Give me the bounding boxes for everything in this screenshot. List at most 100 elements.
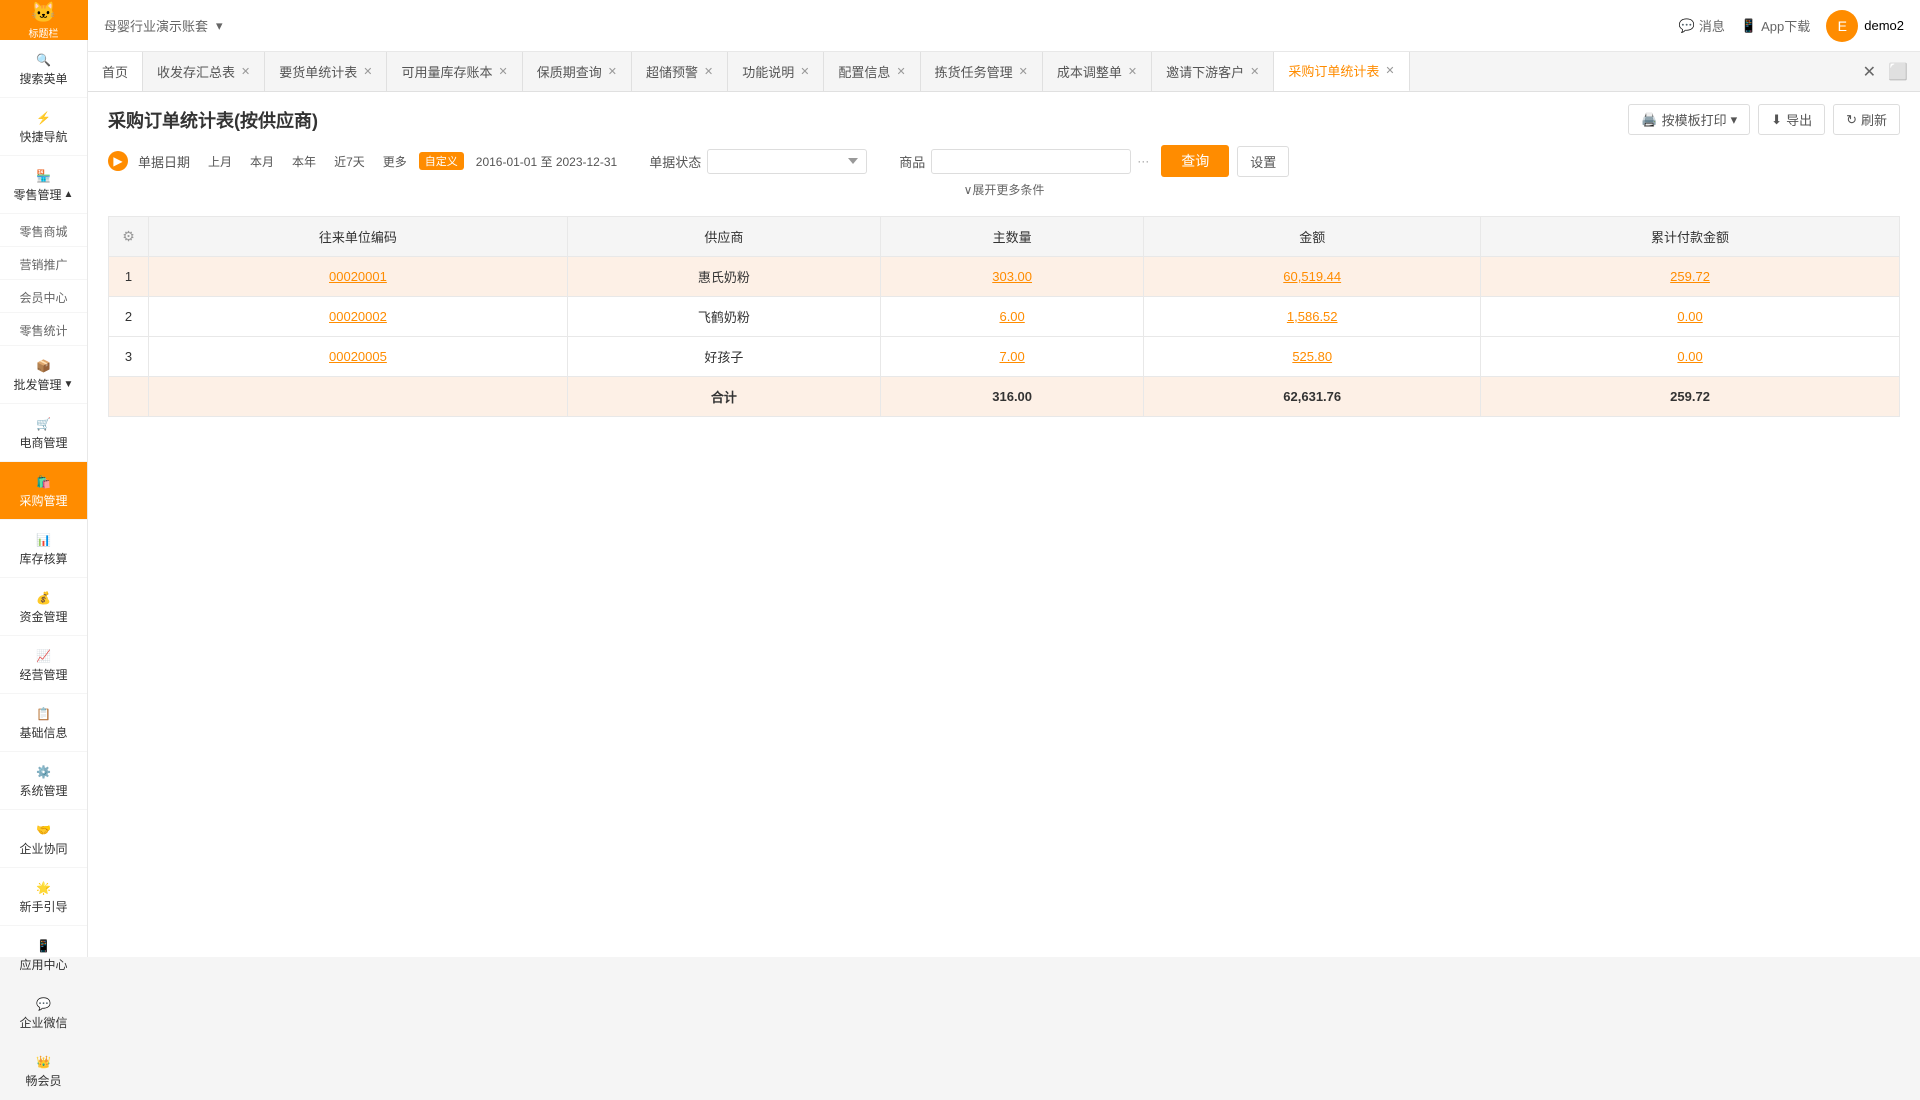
logo-icon: 🐱 xyxy=(31,0,56,25)
goods-input[interactable] xyxy=(931,149,1131,174)
sidebar-item-wechat[interactable]: 💬 企业微信 xyxy=(0,984,87,1042)
tab-purchase-summary[interactable]: 采购订单统计表 ✕ xyxy=(1274,52,1409,92)
app-download-btn[interactable]: 📱 App下载 xyxy=(1741,16,1810,35)
page-header: 采购订单统计表(按供应商) 🖨️ 按模板打印 ▾ ⬇ 导出 ↻ 刷新 xyxy=(88,92,1920,135)
sidebar-item-search[interactable]: 🔍 搜索英单 xyxy=(0,40,87,98)
table-row[interactable]: 1 00020001 惠氏奶粉 303.00 60,519.44 259.72 xyxy=(109,257,1900,297)
last-month-btn[interactable]: 上月 xyxy=(202,151,238,172)
close-tab-icon[interactable]: ✕ xyxy=(1859,58,1880,86)
tab-invite-downstream[interactable]: 邀请下游客户 ✕ xyxy=(1152,52,1274,92)
user-menu[interactable]: E demo2 xyxy=(1826,10,1904,42)
sidebar-item-retail[interactable]: 🏪 零售管理 ▲ xyxy=(0,156,87,214)
row-qty[interactable]: 303.00 xyxy=(880,257,1143,297)
tab-close-icon[interactable]: ✕ xyxy=(1250,65,1259,78)
messages-btn[interactable]: 💬 消息 xyxy=(1679,16,1725,35)
col-unit-code: 往来单位编码 xyxy=(149,217,568,257)
purchase-summary-table: ⚙ 往来单位编码 供应商 主数量 金额 累计付款金额 1 00020001 惠氏… xyxy=(108,216,1900,417)
row-paid[interactable]: 259.72 xyxy=(1481,257,1900,297)
sidebar-item-marketing[interactable]: 营销推广 xyxy=(0,247,87,280)
sidebar-item-label: 营销推广 xyxy=(19,256,67,273)
message-icon: 💬 xyxy=(1679,18,1695,34)
row-paid[interactable]: 0.00 xyxy=(1481,297,1900,337)
crown-icon: 👑 xyxy=(36,1055,51,1069)
tab-close-icon[interactable]: ✕ xyxy=(363,65,372,78)
page-title: 采购订单统计表(按供应商) xyxy=(108,107,318,133)
tab-overstock-warning[interactable]: 超储预警 ✕ xyxy=(632,52,728,92)
tab-close-icon[interactable]: ✕ xyxy=(1128,65,1137,78)
tab-available-stock[interactable]: 可用量库存账本 ✕ xyxy=(387,52,522,92)
row-qty[interactable]: 7.00 xyxy=(880,337,1143,377)
sidebar-item-appcenter[interactable]: 📱 应用中心 xyxy=(0,926,87,984)
export-button[interactable]: ⬇ 导出 xyxy=(1758,104,1825,135)
tab-expiry-query[interactable]: 保质期查询 ✕ xyxy=(523,52,632,92)
restore-tab-icon[interactable]: ⬜ xyxy=(1884,58,1912,86)
sidebar-item-wholesale[interactable]: 📦 批发管理 ▼ xyxy=(0,346,87,404)
row-qty[interactable]: 6.00 xyxy=(880,297,1143,337)
this-year-btn[interactable]: 本年 xyxy=(286,151,322,172)
row-unit-code[interactable]: 00020005 xyxy=(149,337,568,377)
tab-close-icon[interactable]: ✕ xyxy=(499,65,508,78)
tab-close-icon[interactable]: ✕ xyxy=(704,65,713,78)
col-gear[interactable]: ⚙ xyxy=(109,217,149,257)
sidebar-item-operations[interactable]: 📈 经营管理 xyxy=(0,636,87,694)
sidebar-item-newguide[interactable]: 🌟 新手引导 xyxy=(0,868,87,926)
tab-close-icon[interactable]: ✕ xyxy=(1385,64,1394,77)
sidebar-item-members[interactable]: 会员中心 xyxy=(0,280,87,313)
tab-close-icon[interactable]: ✕ xyxy=(608,65,617,78)
username: demo2 xyxy=(1864,18,1904,33)
row-amount[interactable]: 60,519.44 xyxy=(1144,257,1481,297)
sidebar-item-purchase[interactable]: 🛍️ 采购管理 xyxy=(0,462,87,520)
sidebar-item-retail-stats[interactable]: 零售统计 xyxy=(0,313,87,346)
row-paid[interactable]: 0.00 xyxy=(1481,337,1900,377)
query-button[interactable]: 查询 xyxy=(1161,145,1229,177)
sidebar-item-enterprise[interactable]: 🤝 企业协同 xyxy=(0,810,87,868)
sidebar-item-label: 零售管理 xyxy=(14,186,62,203)
sidebar-item-inventory[interactable]: 📊 库存核算 xyxy=(0,520,87,578)
col-paid: 累计付款金额 xyxy=(1481,217,1900,257)
this-month-btn[interactable]: 本月 xyxy=(244,151,280,172)
tab-cost-adjust[interactable]: 成本调整单 ✕ xyxy=(1043,52,1152,92)
handshake-icon: 🤝 xyxy=(36,823,51,837)
tab-close-icon[interactable]: ✕ xyxy=(800,65,809,78)
template-print-button[interactable]: 🖨️ 按模板打印 ▾ xyxy=(1628,104,1750,135)
expand-more-btn[interactable]: ∨ 展开更多条件 xyxy=(108,181,1900,198)
more-date-btn[interactable]: 更多 xyxy=(377,151,413,172)
tab-close-icon[interactable]: ✕ xyxy=(1019,65,1028,78)
sidebar-item-ecommerce[interactable]: 🛒 电商管理 xyxy=(0,404,87,462)
row-amount[interactable]: 525.80 xyxy=(1144,337,1481,377)
table-row[interactable]: 2 00020002 飞鹤奶粉 6.00 1,586.52 0.00 xyxy=(109,297,1900,337)
sidebar-item-label: 经营管理 xyxy=(19,666,67,683)
date-range-display: 2016-01-01 至 2023-12-31 xyxy=(476,153,617,170)
collapse-filter-btn[interactable]: ▶ xyxy=(108,151,128,171)
tab-receive-summary[interactable]: 收发存汇总表 ✕ xyxy=(143,52,265,92)
tab-label: 采购订单统计表 xyxy=(1288,61,1379,80)
custom-badge: 自定义 xyxy=(419,152,464,170)
status-select[interactable] xyxy=(707,149,867,174)
table-row[interactable]: 3 00020005 好孩子 7.00 525.80 0.00 xyxy=(109,337,1900,377)
sidebar-item-vip[interactable]: 👑 畅会员 xyxy=(0,1042,87,1100)
sidebar-item-basic[interactable]: 📋 基础信息 xyxy=(0,694,87,752)
tab-close-icon[interactable]: ✕ xyxy=(896,65,905,78)
tab-home[interactable]: 首页 xyxy=(88,52,143,92)
sidebar-item-retail-mall[interactable]: 零售商城 xyxy=(0,214,87,247)
tab-config-info[interactable]: 配置信息 ✕ xyxy=(824,52,920,92)
tab-demand-stats[interactable]: 要货单统计表 ✕ xyxy=(265,52,387,92)
last-7-days-btn[interactable]: 近7天 xyxy=(328,151,371,172)
sidebar-item-finance[interactable]: 💰 资金管理 xyxy=(0,578,87,636)
row-unit-code[interactable]: 00020001 xyxy=(149,257,568,297)
refresh-button[interactable]: ↻ 刷新 xyxy=(1833,104,1900,135)
settings-button[interactable]: 设置 xyxy=(1237,146,1289,177)
sidebar-item-system[interactable]: ⚙️ 系统管理 xyxy=(0,752,87,810)
row-amount[interactable]: 1,586.52 xyxy=(1144,297,1481,337)
tab-close-icon[interactable]: ✕ xyxy=(241,65,250,78)
page-header-actions: 🖨️ 按模板打印 ▾ ⬇ 导出 ↻ 刷新 xyxy=(1628,104,1900,135)
breadcrumb-dropdown[interactable]: ▾ xyxy=(216,18,223,34)
row-unit-code[interactable]: 00020002 xyxy=(149,297,568,337)
topbar: 母婴行业演示账套 ▾ 💬 消息 📱 App下载 E demo2 xyxy=(88,0,1920,52)
sidebar-item-quicknav[interactable]: ⚡ 快捷导航 xyxy=(0,98,87,156)
tab-function-desc[interactable]: 功能说明 ✕ xyxy=(728,52,824,92)
goods-more-icon[interactable]: ··· xyxy=(1137,154,1149,168)
tab-picking-task[interactable]: 拣货任务管理 ✕ xyxy=(921,52,1043,92)
col-supplier: 供应商 xyxy=(567,217,880,257)
chevron-down-icon: ▲ xyxy=(64,189,74,200)
